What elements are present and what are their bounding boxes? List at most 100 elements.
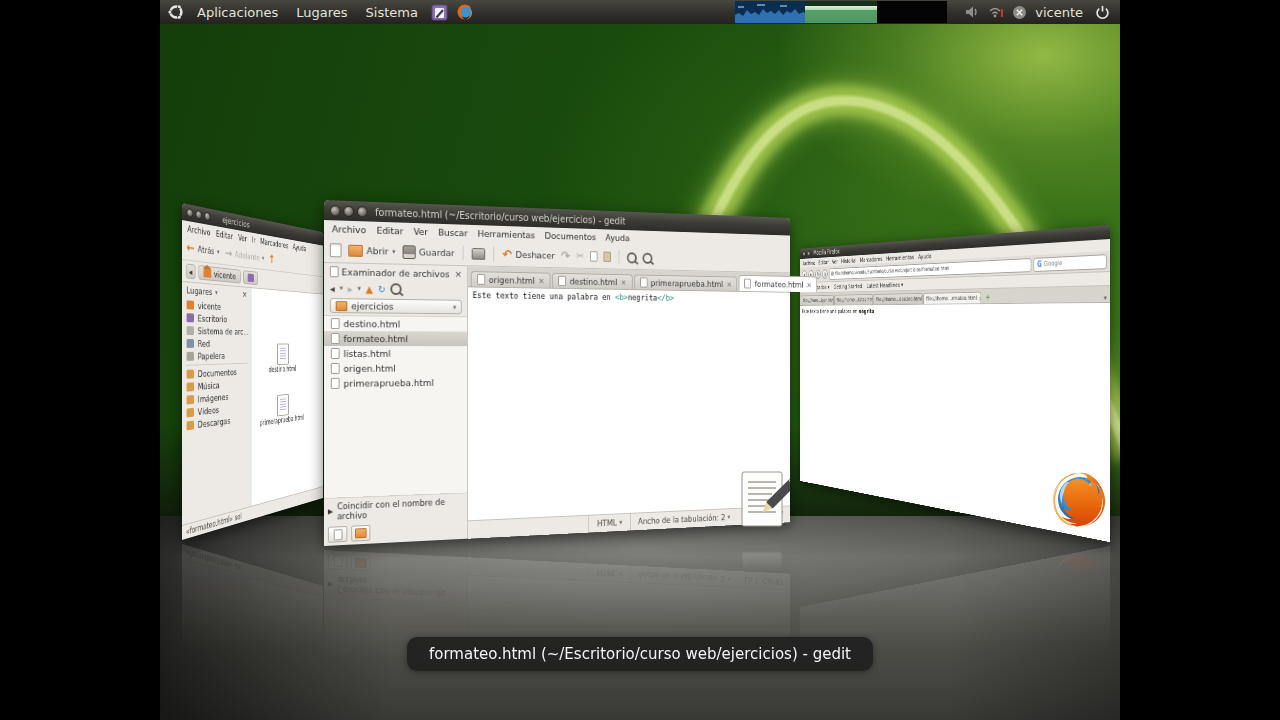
desktop-icon	[187, 313, 194, 322]
file-row-origen[interactable]: origen.html	[324, 361, 467, 376]
close-tab-icon[interactable]: ✕	[621, 277, 627, 286]
maximize-button[interactable]	[357, 206, 368, 217]
place-red[interactable]: Red	[182, 337, 251, 350]
tab-primeraprueba[interactable]: primeraprueba.html✕	[634, 274, 737, 290]
user-menu[interactable]: vicente	[1035, 5, 1083, 20]
close-tab-icon[interactable]: ✕	[806, 280, 811, 289]
file-icon	[744, 279, 751, 289]
cut-icon[interactable]: ✂	[576, 250, 584, 262]
file-browser-view-button[interactable]	[351, 525, 370, 542]
file-row-listas[interactable]: listas.html	[324, 346, 467, 361]
tab-formateo[interactable]: formateo.html✕	[739, 275, 817, 292]
language-combo[interactable]: HTML▾	[589, 514, 630, 533]
menu-ayuda[interactable]: Ayuda	[605, 232, 630, 243]
copy-icon[interactable]	[590, 251, 598, 261]
menu-buscar[interactable]: Buscar	[438, 227, 468, 239]
menu-ir[interactable]: Ir	[252, 235, 256, 245]
home-icon	[203, 268, 211, 277]
redo-icon[interactable]: ↷	[561, 251, 570, 261]
network-monitor-applet[interactable]	[877, 1, 947, 23]
paste-icon[interactable]	[604, 252, 612, 262]
documents-view-button[interactable]	[328, 526, 347, 543]
gedit-app-badge	[738, 468, 790, 538]
new-tab-icon[interactable]: ＋	[984, 291, 991, 304]
menu-herramientas[interactable]: Herramientas	[478, 228, 535, 240]
menu-aplicaciones[interactable]: Aplicaciones	[188, 5, 287, 20]
open-button[interactable]: Abrir▾	[348, 244, 395, 257]
file-icon	[331, 363, 340, 374]
tab-4[interactable]: file:///home...rmateo.html✕	[923, 292, 981, 304]
menu-herramientas[interactable]: Herramientas	[886, 253, 914, 262]
me-menu-icon[interactable]	[1012, 5, 1027, 20]
up-folder-icon[interactable]: ▲	[366, 283, 373, 294]
minimize-button[interactable]	[343, 205, 354, 216]
menu-archivo[interactable]: Archivo	[332, 223, 366, 235]
print-icon[interactable]	[472, 248, 486, 260]
replace-icon[interactable]	[643, 252, 653, 263]
places-header[interactable]: Lugares	[187, 285, 213, 297]
folder-videos-icon	[187, 408, 194, 418]
menu-ver[interactable]: Ver	[413, 226, 427, 237]
file-icon	[331, 348, 340, 359]
panel-header[interactable]: Examinador de archivos	[342, 266, 450, 279]
power-icon[interactable]	[1095, 5, 1110, 20]
menu-documentos[interactable]: Documentos	[545, 230, 596, 242]
nautilus-file-pane[interactable]: destino.html primeraprueba.html	[251, 288, 322, 506]
tab-3[interactable]: file:///home...destino.html✕	[873, 293, 922, 304]
places-close-icon[interactable]: ✕	[242, 290, 247, 299]
close-tab-icon[interactable]: ✕	[538, 276, 544, 286]
cpu-monitor-applet[interactable]	[735, 1, 805, 23]
menu-archivo[interactable]: Archivo	[187, 223, 210, 237]
menu-lugares[interactable]: Lugares	[287, 5, 356, 20]
crumb-next[interactable]	[243, 270, 258, 285]
search-box[interactable]: G Google	[1034, 254, 1107, 272]
desktop-icon	[247, 273, 253, 282]
forward-button[interactable]: → Adelante▾	[225, 248, 264, 263]
maximize-button[interactable]	[204, 211, 210, 221]
save-button[interactable]: Guardar	[402, 245, 455, 260]
tab-destino[interactable]: destino.html✕	[552, 273, 632, 289]
places-dropdown-icon[interactable]: ▾	[215, 289, 217, 297]
file-row-primeraprueba[interactable]: primeraprueba.html	[324, 375, 467, 391]
file-row-destino[interactable]: destino.html	[324, 316, 467, 332]
close-button[interactable]	[187, 208, 194, 218]
prev-location-icon[interactable]: ◂	[330, 283, 335, 294]
tab-width-combo[interactable]: Ancho de la tabulación: 2▾	[630, 509, 738, 531]
crumb-home[interactable]: vicente	[198, 265, 240, 284]
place-papelera[interactable]: Papelera	[182, 349, 251, 363]
new-document-icon[interactable]	[330, 243, 342, 257]
filter-icon[interactable]	[391, 283, 402, 295]
close-tab-icon[interactable]: ✕	[726, 280, 732, 289]
firefox-launcher-icon[interactable]	[456, 3, 474, 21]
bookmark-latest-headlines[interactable]: Latest Headlines ▾	[867, 281, 904, 289]
gedit-launcher-icon[interactable]	[431, 4, 448, 21]
place-sistema[interactable]: Sistema de arc...	[182, 324, 251, 337]
tab-origen[interactable]: origen.html✕	[471, 271, 551, 288]
menu-editar[interactable]: Editar	[377, 225, 404, 237]
up-icon[interactable]: ↑	[269, 255, 275, 265]
crumb-scroll-left[interactable]: ◂	[186, 263, 195, 279]
forward-icon: →	[225, 248, 232, 258]
ubuntu-logo[interactable]	[168, 4, 184, 20]
memory-monitor-applet[interactable]	[805, 1, 877, 23]
refresh-icon[interactable]: ↻	[378, 283, 386, 294]
next-location-icon[interactable]: ▸	[348, 283, 353, 294]
volume-icon[interactable]	[965, 5, 980, 19]
undo-button[interactable]: ↶ Deshacer	[502, 249, 554, 261]
menu-ayuda[interactable]: Ayuda	[293, 242, 307, 253]
folder-combo[interactable]: ejercicios ▾	[330, 298, 462, 314]
menu-ayuda[interactable]: Ayuda	[918, 252, 931, 260]
network-signal-icon[interactable]	[988, 5, 1004, 19]
back-button[interactable]: ← Atrás▾	[187, 243, 220, 257]
tab-list-icon[interactable]: ▾	[1104, 294, 1107, 302]
close-button[interactable]	[330, 205, 341, 216]
menu-ver[interactable]: Ver	[238, 232, 247, 243]
panel-close-icon[interactable]: ✕	[455, 269, 462, 279]
menu-editar[interactable]: Editar	[216, 229, 233, 241]
menu-sistema[interactable]: Sistema	[357, 5, 427, 20]
file-row-formateo[interactable]: formateo.html	[324, 331, 467, 346]
search-icon[interactable]	[627, 252, 637, 263]
minimize-button[interactable]	[196, 210, 203, 220]
file-primeraprueba[interactable]: primeraprueba.html	[262, 393, 302, 428]
file-destino[interactable]: destino.html	[262, 343, 302, 374]
